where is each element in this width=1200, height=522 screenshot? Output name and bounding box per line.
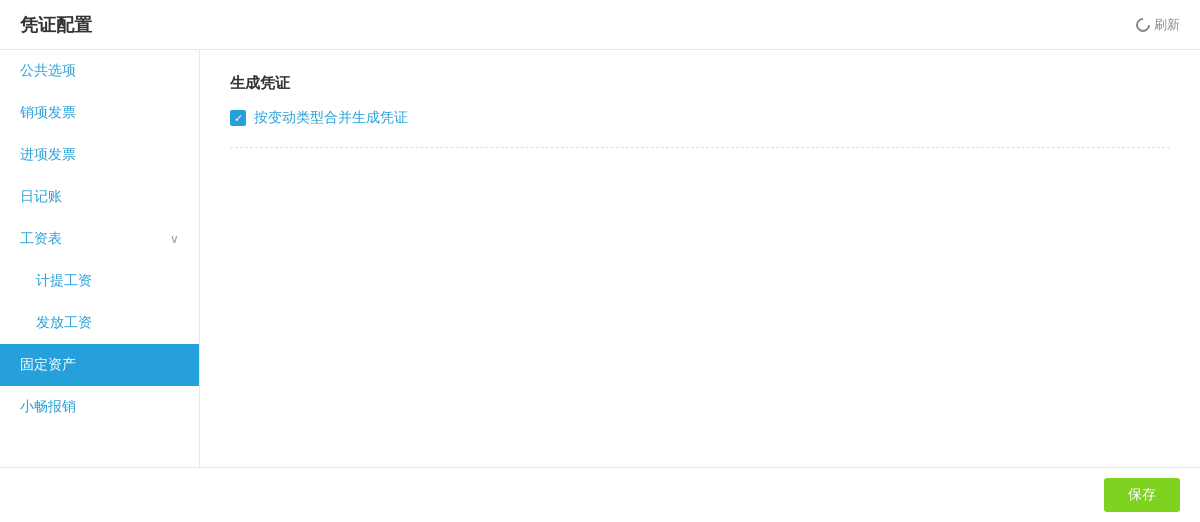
content-area: 生成凭证 按变动类型合并生成凭证: [200, 50, 1200, 467]
sidebar-item-sales-invoice[interactable]: 销项发票: [0, 92, 199, 134]
page-wrapper: 凭证配置 刷新 公共选项销项发票进项发票日记账工资表 ∨ 计提工资发放工资固定资产小…: [0, 0, 1200, 522]
sidebar-item-public-options[interactable]: 公共选项: [0, 50, 199, 92]
sidebar-item-label: 小畅报销: [20, 398, 76, 416]
sidebar-item-pay-payroll[interactable]: 发放工资: [0, 302, 199, 344]
sidebar-item-label: 公共选项: [20, 62, 76, 80]
sidebar-item-label: 工资表: [20, 230, 62, 248]
refresh-label: 刷新: [1154, 16, 1180, 34]
sidebar-item-label: 发放工资: [36, 314, 92, 332]
header: 凭证配置 刷新: [0, 0, 1200, 50]
main-content: 公共选项销项发票进项发票日记账工资表 ∨ 计提工资发放工资固定资产小畅报销 生成凭证…: [0, 50, 1200, 467]
sidebar: 公共选项销项发票进项发票日记账工资表 ∨ 计提工资发放工资固定资产小畅报销: [0, 50, 200, 467]
merge-checkbox[interactable]: [230, 110, 246, 126]
sidebar-item-label: 日记账: [20, 188, 62, 206]
sidebar-item-journal[interactable]: 日记账: [0, 176, 199, 218]
save-button[interactable]: 保存: [1104, 478, 1180, 512]
checkbox-label[interactable]: 按变动类型合并生成凭证: [254, 109, 408, 127]
section-title: 生成凭证: [230, 74, 1170, 93]
sidebar-item-label: 计提工资: [36, 272, 92, 290]
section-divider: [230, 147, 1170, 148]
page-title: 凭证配置: [20, 13, 92, 37]
refresh-icon: [1133, 15, 1153, 35]
sidebar-item-label: 销项发票: [20, 104, 76, 122]
sidebar-item-calc-payroll[interactable]: 计提工资: [0, 260, 199, 302]
refresh-button[interactable]: 刷新: [1136, 16, 1180, 34]
sidebar-item-label: 固定资产: [20, 356, 76, 374]
sidebar-item-purchase-invoice[interactable]: 进项发票: [0, 134, 199, 176]
sidebar-item-label: 进项发票: [20, 146, 76, 164]
sidebar-item-payroll[interactable]: 工资表 ∨: [0, 218, 199, 260]
footer: 保存: [0, 467, 1200, 522]
sidebar-item-expense-claim[interactable]: 小畅报销: [0, 386, 199, 428]
sidebar-item-fixed-assets[interactable]: 固定资产: [0, 344, 199, 386]
chevron-down-icon: ∨: [170, 232, 179, 246]
checkbox-row: 按变动类型合并生成凭证: [230, 109, 1170, 127]
